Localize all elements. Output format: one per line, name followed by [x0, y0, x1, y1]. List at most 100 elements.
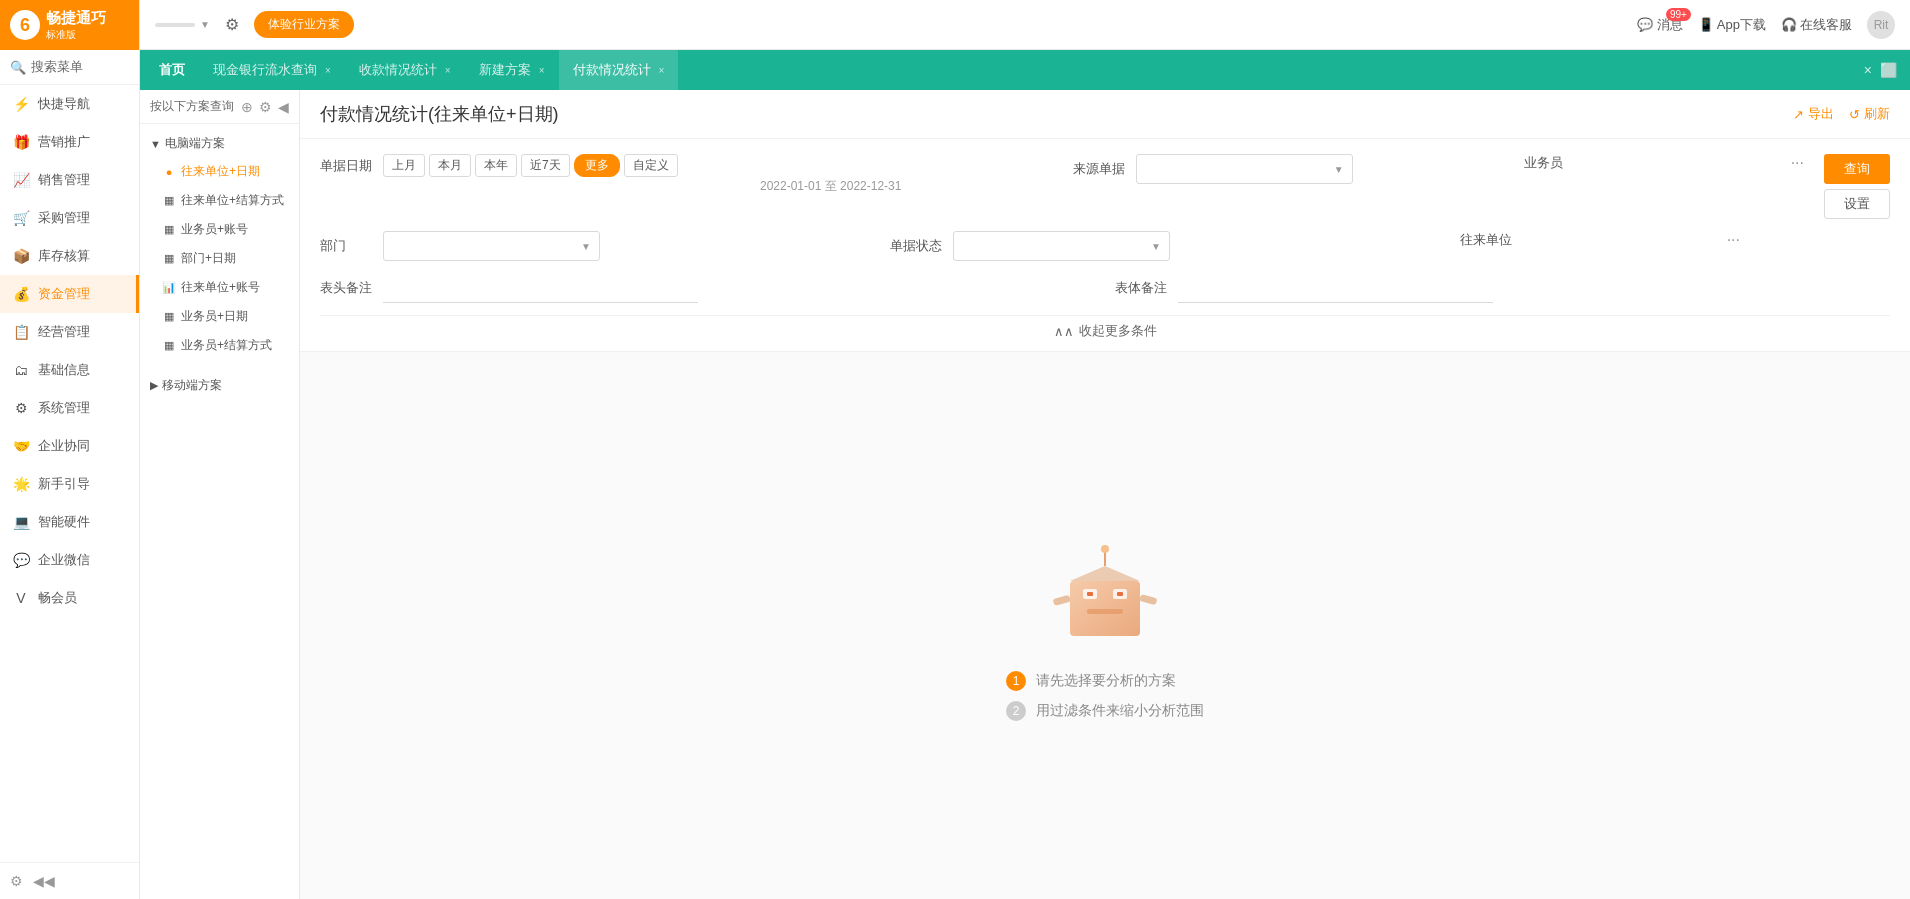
- tab-payment-stats[interactable]: 付款情况统计 ×: [559, 50, 679, 90]
- date-btn-this-month[interactable]: 本月: [429, 154, 471, 177]
- sidebar-item-marketing[interactable]: 🎁 营销推广: [0, 123, 139, 161]
- tip-text-1: 请先选择要分析的方案: [1036, 672, 1176, 690]
- msg-icon: 💬: [1637, 17, 1653, 32]
- empty-tips: 1 请先选择要分析的方案 2 用过滤条件来缩小分析范围: [1006, 671, 1204, 721]
- schema-toolbar-label: 按以下方案查询: [150, 98, 235, 115]
- tip-num-1: 1: [1006, 671, 1026, 691]
- query-btn[interactable]: 查询: [1824, 154, 1890, 184]
- topbar-msg-btn[interactable]: 💬 消息 99+: [1637, 16, 1683, 34]
- bill-status-arrow: ▼: [1151, 241, 1161, 252]
- hardware-icon: 💻: [12, 513, 30, 531]
- sidebar-item-collab[interactable]: 🤝 企业协同: [0, 427, 139, 465]
- schema-item-staff-settle[interactable]: ▦ 业务员+结算方式: [140, 331, 299, 360]
- sidebar-item-sales[interactable]: 📈 销售管理: [0, 161, 139, 199]
- main: ▼ ⚙ 体验行业方案 💬 消息 99+ 📱 App下载 🎧 在线客服: [140, 0, 1910, 899]
- sidebar-collapse-btn[interactable]: ◀◀: [33, 873, 55, 889]
- collab-icon: 🤝: [12, 437, 30, 455]
- schema-item-staff-date[interactable]: ▦ 业务员+日期: [140, 302, 299, 331]
- logo-version: 标准版: [46, 28, 106, 42]
- schema-add-btn[interactable]: ⊕: [241, 99, 253, 115]
- date-btn-more[interactable]: 更多: [574, 154, 620, 177]
- trial-btn[interactable]: 体验行业方案: [254, 11, 354, 38]
- filter-bill-status-item: 单据状态 ▼: [890, 231, 1170, 261]
- sidebar-item-operation[interactable]: 📋 经营管理: [0, 313, 139, 351]
- service-icon: 🎧: [1781, 17, 1797, 32]
- topbar-service-btn[interactable]: 🎧 在线客服: [1781, 16, 1852, 34]
- export-btn[interactable]: ↗ 导出: [1793, 105, 1834, 123]
- sidebar-search[interactable]: 🔍 搜索菜单: [0, 50, 139, 85]
- schema-item-partner-settle[interactable]: ▦ 往来单位+结算方式: [140, 186, 299, 215]
- topbar-avatar[interactable]: Rit: [1867, 11, 1895, 39]
- refresh-btn[interactable]: ↺ 刷新: [1849, 105, 1890, 123]
- sidebar-label: 系统管理: [38, 399, 90, 417]
- sidebar-item-inventory[interactable]: 📦 库存核算: [0, 237, 139, 275]
- sidebar-item-wechat[interactable]: 💬 企业微信: [0, 541, 139, 579]
- topbar-user[interactable]: ▼: [155, 19, 210, 30]
- date-btn-custom[interactable]: 自定义: [624, 154, 678, 177]
- tab-home[interactable]: 首页: [145, 50, 199, 90]
- dept-select[interactable]: ▼: [383, 231, 600, 261]
- schema-item-partner-account[interactable]: 📊 往来单位+账号: [140, 273, 299, 302]
- partner-dots[interactable]: ···: [1727, 231, 1740, 249]
- operation-icon: 📋: [12, 323, 30, 341]
- svg-point-8: [1101, 545, 1109, 553]
- content: 按以下方案查询 ⊕ ⚙ ◀ ▼ 电脑端方案 ● 往来单位+日期 ▦: [140, 90, 1910, 899]
- schema-pc-group-header[interactable]: ▼ 电脑端方案: [140, 130, 299, 157]
- date-btn-last-month[interactable]: 上月: [383, 154, 425, 177]
- schema-item-icon-staff-settle: ▦: [162, 339, 176, 353]
- tab-bank-flow-label: 现金银行流水查询: [213, 61, 317, 79]
- user-dropdown-icon[interactable]: ▼: [200, 19, 210, 30]
- date-btn-this-year[interactable]: 本年: [475, 154, 517, 177]
- schema-item-staff-account[interactable]: ▦ 业务员+账号: [140, 215, 299, 244]
- tab-bank-flow-close[interactable]: ×: [325, 65, 331, 76]
- schema-mobile-group-header[interactable]: ▶ 移动端方案: [140, 372, 299, 399]
- sidebar-item-hardware[interactable]: 💻 智能硬件: [0, 503, 139, 541]
- schema-item-icon-partner-account: 📊: [162, 281, 176, 295]
- guide-icon: 🌟: [12, 475, 30, 493]
- tab-receipt-stats-close[interactable]: ×: [445, 65, 451, 76]
- sidebar-item-quick-nav[interactable]: ⚡ 快捷导航: [0, 85, 139, 123]
- sidebar-item-guide[interactable]: 🌟 新手引导: [0, 465, 139, 503]
- sidebar-item-basic-info[interactable]: 🗂 基础信息: [0, 351, 139, 389]
- settings-btn[interactable]: 设置: [1824, 189, 1890, 219]
- body-note-input[interactable]: [1178, 273, 1493, 303]
- date-range-value: 2022-01-01 至 2022-12-31: [760, 179, 901, 193]
- schema-collapse-btn[interactable]: ◀: [278, 99, 289, 115]
- sidebar-nav: ⚡ 快捷导航 🎁 营销推广 📈 销售管理 🛒 采购管理 📦 库存核算 💰: [0, 85, 139, 862]
- sidebar-item-system[interactable]: ⚙ 系统管理: [0, 389, 139, 427]
- export-icon: ↗: [1793, 107, 1804, 122]
- source-select[interactable]: ▼: [1136, 154, 1353, 184]
- date-btn-7days[interactable]: 近7天: [521, 154, 570, 177]
- sidebar-label: 快捷导航: [38, 95, 90, 113]
- bill-status-select[interactable]: ▼: [953, 231, 1170, 261]
- header-note-input[interactable]: [383, 273, 698, 303]
- schema-settings-btn[interactable]: ⚙: [259, 99, 272, 115]
- sales-icon: 📈: [12, 171, 30, 189]
- schema-item-partner-date[interactable]: ● 往来单位+日期: [140, 157, 299, 186]
- tab-payment-stats-close[interactable]: ×: [659, 65, 665, 76]
- basic-info-icon: 🗂: [12, 361, 30, 379]
- tab-new-plan-close[interactable]: ×: [539, 65, 545, 76]
- sidebar-settings-btn[interactable]: ⚙: [10, 873, 23, 889]
- tab-receipt-stats[interactable]: 收款情况统计 ×: [345, 50, 465, 90]
- svg-marker-1: [1070, 566, 1140, 581]
- tab-new-plan[interactable]: 新建方案 ×: [465, 50, 559, 90]
- svg-rect-6: [1087, 609, 1123, 614]
- collapse-more-btn[interactable]: ∧∧ 收起更多条件: [320, 315, 1890, 346]
- tab-bank-flow[interactable]: 现金银行流水查询 ×: [199, 50, 345, 90]
- schema-item-dept-date[interactable]: ▦ 部门+日期: [140, 244, 299, 273]
- filter-date-item: 单据日期 上月 本月 本年 近7天 更多 自定义: [320, 154, 740, 177]
- sidebar-item-finance[interactable]: 💰 资金管理: [0, 275, 139, 313]
- body-note-label: 表体备注: [1115, 279, 1170, 297]
- quick-nav-icon: ⚡: [12, 95, 30, 113]
- page-actions: ↗ 导出 ↺ 刷新: [1793, 105, 1890, 123]
- tab-window-max-btn[interactable]: ⬜: [1880, 62, 1897, 78]
- sidebar-item-purchase[interactable]: 🛒 采购管理: [0, 199, 139, 237]
- sidebar-item-member[interactable]: V 畅会员: [0, 579, 139, 617]
- staff-dots[interactable]: ···: [1791, 154, 1804, 172]
- tab-window-close-btn[interactable]: ×: [1864, 62, 1872, 78]
- filter-area: 单据日期 上月 本月 本年 近7天 更多 自定义 2022-01-0: [300, 139, 1910, 352]
- topbar-app-btn[interactable]: 📱 App下载: [1698, 16, 1766, 34]
- schema-item-icon-partner-settle: ▦: [162, 194, 176, 208]
- topbar-gear-icon[interactable]: ⚙: [225, 15, 239, 34]
